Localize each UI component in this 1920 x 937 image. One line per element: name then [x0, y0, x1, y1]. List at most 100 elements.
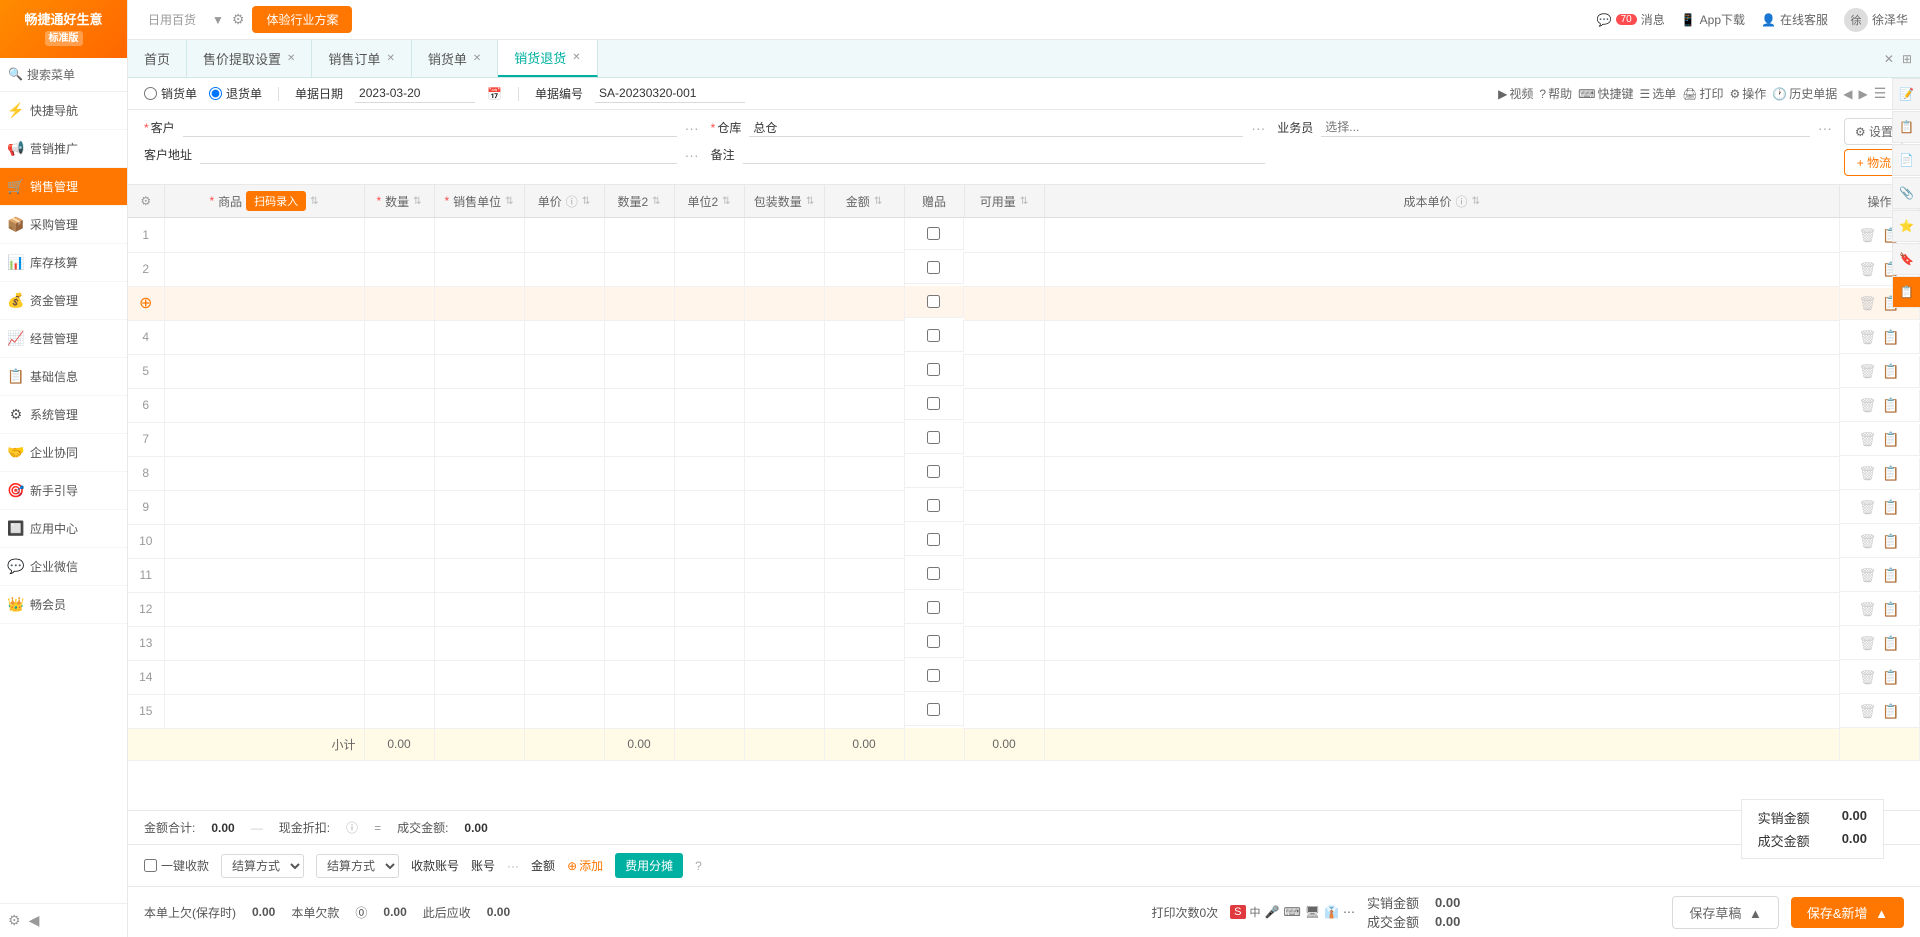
- cell-sales-unit-14[interactable]: [434, 660, 524, 694]
- copy-icon-13[interactable]: 📋: [1882, 635, 1899, 652]
- delete-icon-3[interactable]: 🗑: [1859, 295, 1877, 312]
- settings-icon[interactable]: ⚙: [8, 912, 21, 929]
- save-draft-button[interactable]: 保存草稿 ▲: [1672, 896, 1779, 929]
- cell-unit-price-4[interactable]: [524, 320, 604, 354]
- cell-sales-unit-5[interactable]: [434, 354, 524, 388]
- cell-action-5[interactable]: 🗑 📋: [1840, 356, 1920, 388]
- cell-amount-5[interactable]: [824, 354, 904, 388]
- cell-product-9[interactable]: [164, 490, 364, 524]
- cell-gift-11[interactable]: [905, 558, 965, 590]
- cell-unit2-14[interactable]: [674, 660, 744, 694]
- sidebar-item-finance-mgmt[interactable]: 💰资金管理: [0, 282, 127, 320]
- nav-next-icon[interactable]: ▶: [1858, 87, 1867, 101]
- cell-unit-price-15[interactable]: [524, 694, 604, 728]
- cell-unit-price-11[interactable]: [524, 558, 604, 592]
- cell-quantity2-8[interactable]: [604, 456, 674, 490]
- cell-sales-unit-13[interactable]: [434, 626, 524, 660]
- view-list-icon[interactable]: ☰: [1874, 85, 1887, 102]
- cell-available-11[interactable]: [964, 558, 1044, 592]
- cell-quantity-5[interactable]: [364, 354, 434, 388]
- cell-available-3[interactable]: [964, 286, 1044, 320]
- cell-amount-8[interactable]: [824, 456, 904, 490]
- cell-cost-price-7[interactable]: [1044, 422, 1840, 456]
- tab-close-all-icon[interactable]: ✕: [1884, 52, 1894, 66]
- cell-unit-price-5[interactable]: [524, 354, 604, 388]
- notification-item[interactable]: 💬 70 消息: [1597, 11, 1665, 28]
- cell-available-6[interactable]: [964, 388, 1044, 422]
- cell-gift-2[interactable]: [905, 252, 965, 284]
- app-download-item[interactable]: 📱 App下载: [1681, 11, 1745, 28]
- cell-unit2-15[interactable]: [674, 694, 744, 728]
- cell-quantity-13[interactable]: [364, 626, 434, 660]
- cell-quantity2-11[interactable]: [604, 558, 674, 592]
- right-panel-icon-6[interactable]: 🔖: [1892, 243, 1920, 275]
- experience-plan-button[interactable]: 体验行业方案: [252, 6, 352, 33]
- cell-available-10[interactable]: [964, 524, 1044, 558]
- tab-close-sales-return[interactable]: ✕: [572, 52, 580, 63]
- tab-price-setting[interactable]: 售价提取设置✕: [187, 40, 312, 77]
- cell-quantity-11[interactable]: [364, 558, 434, 592]
- cell-product-14[interactable]: [164, 660, 364, 694]
- cell-pack-qty-14[interactable]: [744, 660, 824, 694]
- delete-icon-8[interactable]: 🗑: [1859, 465, 1877, 482]
- sidebar-item-purchase-mgmt[interactable]: 📦采购管理: [0, 206, 127, 244]
- customer-dots[interactable]: ···: [685, 120, 699, 136]
- cell-product-12[interactable]: [164, 592, 364, 626]
- cell-available-5[interactable]: [964, 354, 1044, 388]
- cell-quantity-15[interactable]: [364, 694, 434, 728]
- cell-unit-price-14[interactable]: [524, 660, 604, 694]
- sidebar-item-sales-mgmt[interactable]: 🛒销售管理: [0, 168, 127, 206]
- online-service-item[interactable]: 👤 在线客服: [1761, 11, 1828, 28]
- calendar-icon[interactable]: 📅: [487, 87, 502, 101]
- cell-available-14[interactable]: [964, 660, 1044, 694]
- ime-icon-more[interactable]: ⋯: [1343, 905, 1355, 919]
- sidebar-item-operations-mgmt[interactable]: 📈经营管理: [0, 320, 127, 358]
- remark-input[interactable]: [743, 145, 1266, 164]
- cell-quantity2-6[interactable]: [604, 388, 674, 422]
- cell-unit2-8[interactable]: [674, 456, 744, 490]
- tab-close-sales-order[interactable]: ✕: [386, 53, 394, 64]
- cell-action-15[interactable]: 🗑 📋: [1840, 696, 1920, 728]
- cell-pack-qty-13[interactable]: [744, 626, 824, 660]
- cell-cost-price-11[interactable]: [1044, 558, 1840, 592]
- cell-amount-9[interactable]: [824, 490, 904, 524]
- ime-icon-s[interactable]: S: [1230, 905, 1245, 919]
- cell-cost-price-9[interactable]: [1044, 490, 1840, 524]
- account-dots[interactable]: ···: [507, 859, 519, 873]
- cell-unit2-7[interactable]: [674, 422, 744, 456]
- cell-quantity-9[interactable]: [364, 490, 434, 524]
- warehouse-dots[interactable]: ···: [1251, 120, 1265, 136]
- cell-quantity-14[interactable]: [364, 660, 434, 694]
- cell-product-15[interactable]: [164, 694, 364, 728]
- cell-pack-qty-9[interactable]: [744, 490, 824, 524]
- right-panel-icon-3[interactable]: 📄: [1892, 144, 1920, 176]
- cell-product-3[interactable]: [164, 286, 364, 320]
- right-panel-icon-4[interactable]: 📎: [1892, 177, 1920, 209]
- cell-sales-unit-12[interactable]: [434, 592, 524, 626]
- price-info-icon[interactable]: ⓘ: [566, 193, 578, 210]
- cell-action-11[interactable]: 🗑 📋: [1840, 560, 1920, 592]
- cell-available-13[interactable]: [964, 626, 1044, 660]
- cell-gift-14[interactable]: [905, 660, 965, 692]
- ime-icon-keyboard[interactable]: ⌨: [1283, 905, 1300, 919]
- delete-icon-12[interactable]: 🗑: [1859, 601, 1877, 618]
- cell-quantity2-3[interactable]: [604, 286, 674, 320]
- tab-home[interactable]: 首页: [128, 40, 187, 77]
- cell-action-9[interactable]: 🗑 📋: [1840, 492, 1920, 524]
- cell-pack-qty-4[interactable]: [744, 320, 824, 354]
- save-draft-dropdown[interactable]: ▲: [1749, 906, 1762, 921]
- sort-icon[interactable]: ⇅: [310, 196, 318, 207]
- delete-icon-6[interactable]: 🗑: [1859, 397, 1877, 414]
- cash-discount-info[interactable]: ⓘ: [346, 819, 358, 836]
- ime-icon-shirt[interactable]: 👔: [1324, 905, 1339, 919]
- bill-no-input[interactable]: [595, 84, 745, 103]
- one-click-receipt-checkbox[interactable]: 一键收款: [144, 857, 209, 874]
- copy-icon-9[interactable]: 📋: [1882, 499, 1899, 516]
- cell-available-8[interactable]: [964, 456, 1044, 490]
- cell-sales-unit-6[interactable]: [434, 388, 524, 422]
- operate-btn[interactable]: ⚙ 操作: [1729, 85, 1766, 102]
- cell-unit-price-6[interactable]: [524, 388, 604, 422]
- cell-amount-6[interactable]: [824, 388, 904, 422]
- cell-pack-qty-1[interactable]: [744, 218, 824, 253]
- cell-unit-price-1[interactable]: [524, 218, 604, 253]
